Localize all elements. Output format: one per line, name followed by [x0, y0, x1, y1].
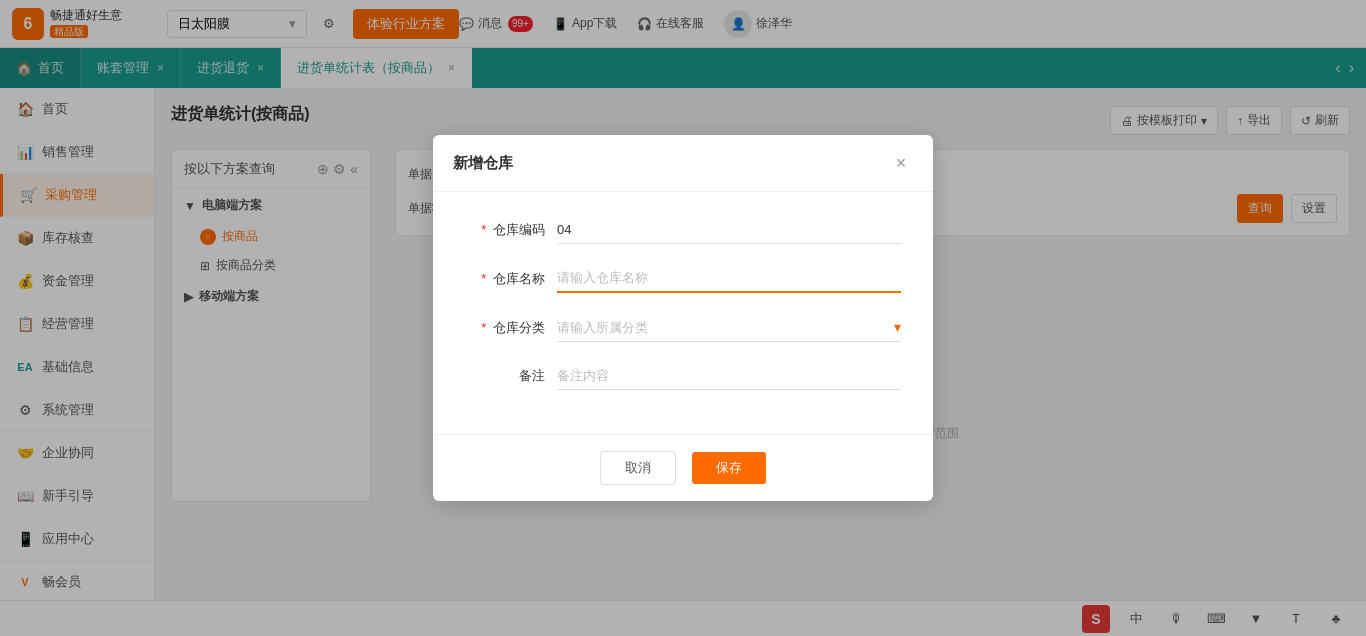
category-label: * 仓库分类 [465, 319, 545, 337]
remark-label: 备注 [465, 367, 545, 385]
warehouse-remark-input[interactable] [557, 362, 901, 390]
warehouse-code-input[interactable] [557, 216, 901, 244]
required-mark-code: * [481, 222, 486, 237]
code-label: * 仓库编码 [465, 221, 545, 239]
category-select-wrap: 请输入所属分类 ▾ [557, 313, 901, 342]
name-label: * 仓库名称 [465, 270, 545, 288]
required-mark-name: * [481, 271, 486, 286]
modal-body: * 仓库编码 * 仓库名称 * 仓库分类 [433, 192, 933, 434]
warehouse-name-input[interactable] [557, 264, 901, 293]
modal-header: 新增仓库 × [433, 135, 933, 192]
modal-backdrop: 新增仓库 × * 仓库编码 * 仓库名称 [0, 0, 1366, 636]
required-mark-category: * [481, 320, 486, 335]
new-warehouse-modal: 新增仓库 × * 仓库编码 * 仓库名称 [433, 135, 933, 501]
form-row-category: * 仓库分类 请输入所属分类 ▾ [465, 313, 901, 342]
form-row-name: * 仓库名称 [465, 264, 901, 293]
warehouse-category-select[interactable]: 请输入所属分类 [557, 320, 894, 335]
modal-cancel-btn[interactable]: 取消 [600, 451, 676, 485]
form-row-remark: 备注 [465, 362, 901, 390]
category-chevron-icon: ▾ [894, 319, 901, 335]
modal-save-btn[interactable]: 保存 [692, 452, 766, 484]
modal-title: 新增仓库 [453, 154, 513, 173]
modal-close-btn[interactable]: × [889, 151, 913, 175]
form-row-code: * 仓库编码 [465, 216, 901, 244]
modal-footer: 取消 保存 [433, 434, 933, 501]
